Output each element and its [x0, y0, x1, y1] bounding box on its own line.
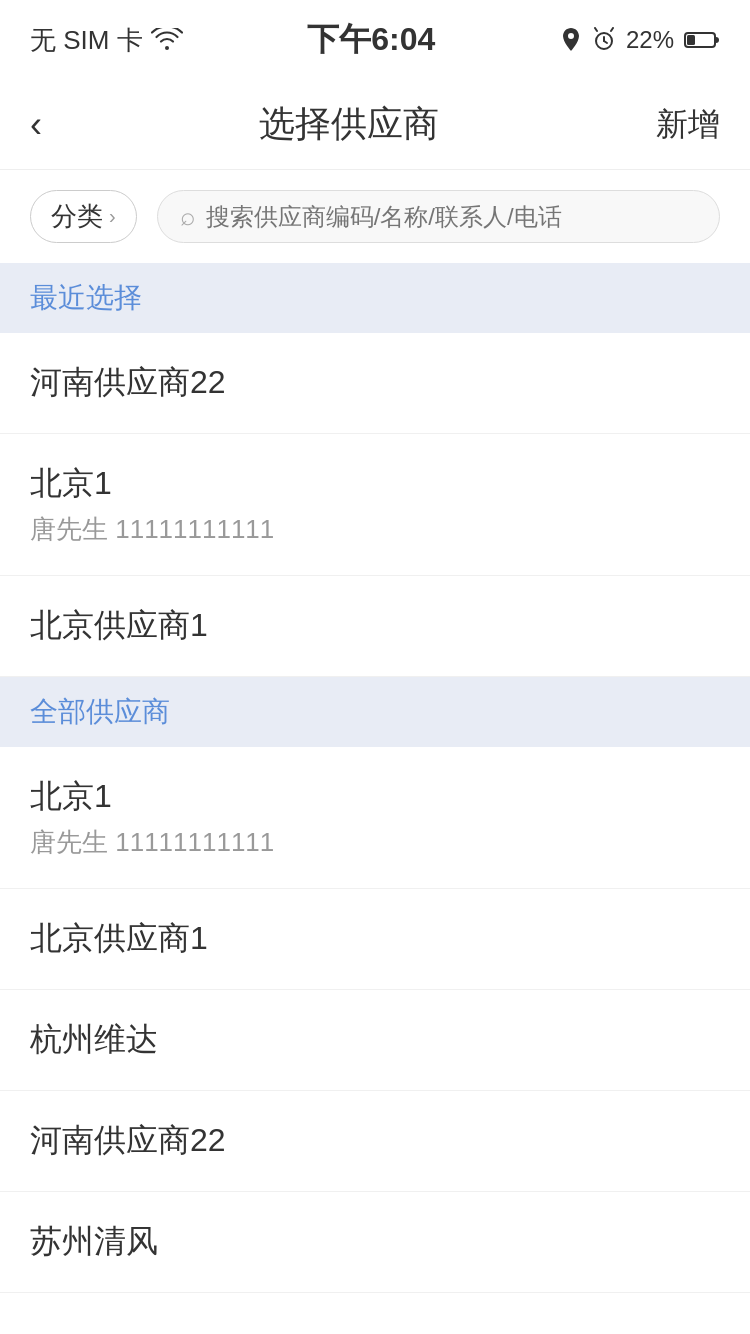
item-name: 北京供应商1: [30, 604, 720, 648]
alarm-icon: [592, 27, 616, 53]
chevron-right-icon: ›: [109, 205, 116, 228]
back-button[interactable]: ‹: [30, 104, 42, 146]
item-name: 杭州维达: [30, 1018, 720, 1062]
item-name: 河南供应商22: [30, 361, 720, 405]
recent-section-label: 最近选择: [30, 282, 142, 313]
page-title: 选择供应商: [259, 100, 439, 149]
recent-section-header: 最近选择: [0, 263, 750, 333]
list-item[interactable]: 北京1 唐先生 11111111111: [0, 434, 750, 576]
list-item[interactable]: 杭州维达: [0, 990, 750, 1091]
item-name: 河南供应商22: [30, 1119, 720, 1163]
recent-list: 河南供应商22 北京1 唐先生 11111111111 北京供应商1: [0, 333, 750, 677]
item-name: 北京1: [30, 462, 720, 506]
list-item[interactable]: 河南供应商22: [0, 1091, 750, 1192]
all-section-label: 全部供应商: [30, 696, 170, 727]
status-left: 无 SIM 卡: [30, 23, 183, 58]
status-time: 下午6:04: [307, 18, 435, 62]
item-name: 北京1: [30, 775, 720, 819]
category-filter[interactable]: 分类 ›: [30, 190, 137, 243]
item-detail: 唐先生 11111111111: [30, 825, 720, 860]
all-section-header: 全部供应商: [0, 677, 750, 747]
nav-bar: ‹ 选择供应商 新增: [0, 80, 750, 170]
category-label: 分类: [51, 199, 103, 234]
search-icon: ⌕: [180, 201, 196, 232]
svg-line-4: [611, 28, 613, 31]
filter-bar: 分类 › ⌕: [0, 170, 750, 263]
item-detail: 唐先生 11111111111: [30, 512, 720, 547]
item-name: 北京供应商1: [30, 917, 720, 961]
status-right: 22%: [560, 26, 720, 54]
add-button[interactable]: 新增: [656, 103, 720, 147]
item-name: 苏州清风: [30, 1220, 720, 1264]
list-item[interactable]: 北京供应商1: [0, 576, 750, 677]
svg-line-2: [604, 41, 607, 43]
location-icon: [560, 27, 582, 53]
status-bar: 无 SIM 卡 下午6:04 22%: [0, 0, 750, 80]
battery-icon: [684, 31, 720, 49]
all-list: 北京1 唐先生 11111111111 北京供应商1 杭州维达 河南供应商22 …: [0, 747, 750, 1293]
svg-line-3: [595, 28, 597, 31]
search-box[interactable]: ⌕: [157, 190, 720, 243]
list-item[interactable]: 北京供应商1: [0, 889, 750, 990]
list-item[interactable]: 苏州清风: [0, 1192, 750, 1293]
no-sim-text: 无 SIM 卡: [30, 23, 143, 58]
svg-rect-6: [687, 35, 695, 45]
list-item[interactable]: 河南供应商22: [0, 333, 750, 434]
list-item[interactable]: 北京1 唐先生 11111111111: [0, 747, 750, 889]
battery-text: 22%: [626, 26, 674, 54]
wifi-icon: [151, 28, 183, 52]
search-input[interactable]: [206, 203, 697, 231]
